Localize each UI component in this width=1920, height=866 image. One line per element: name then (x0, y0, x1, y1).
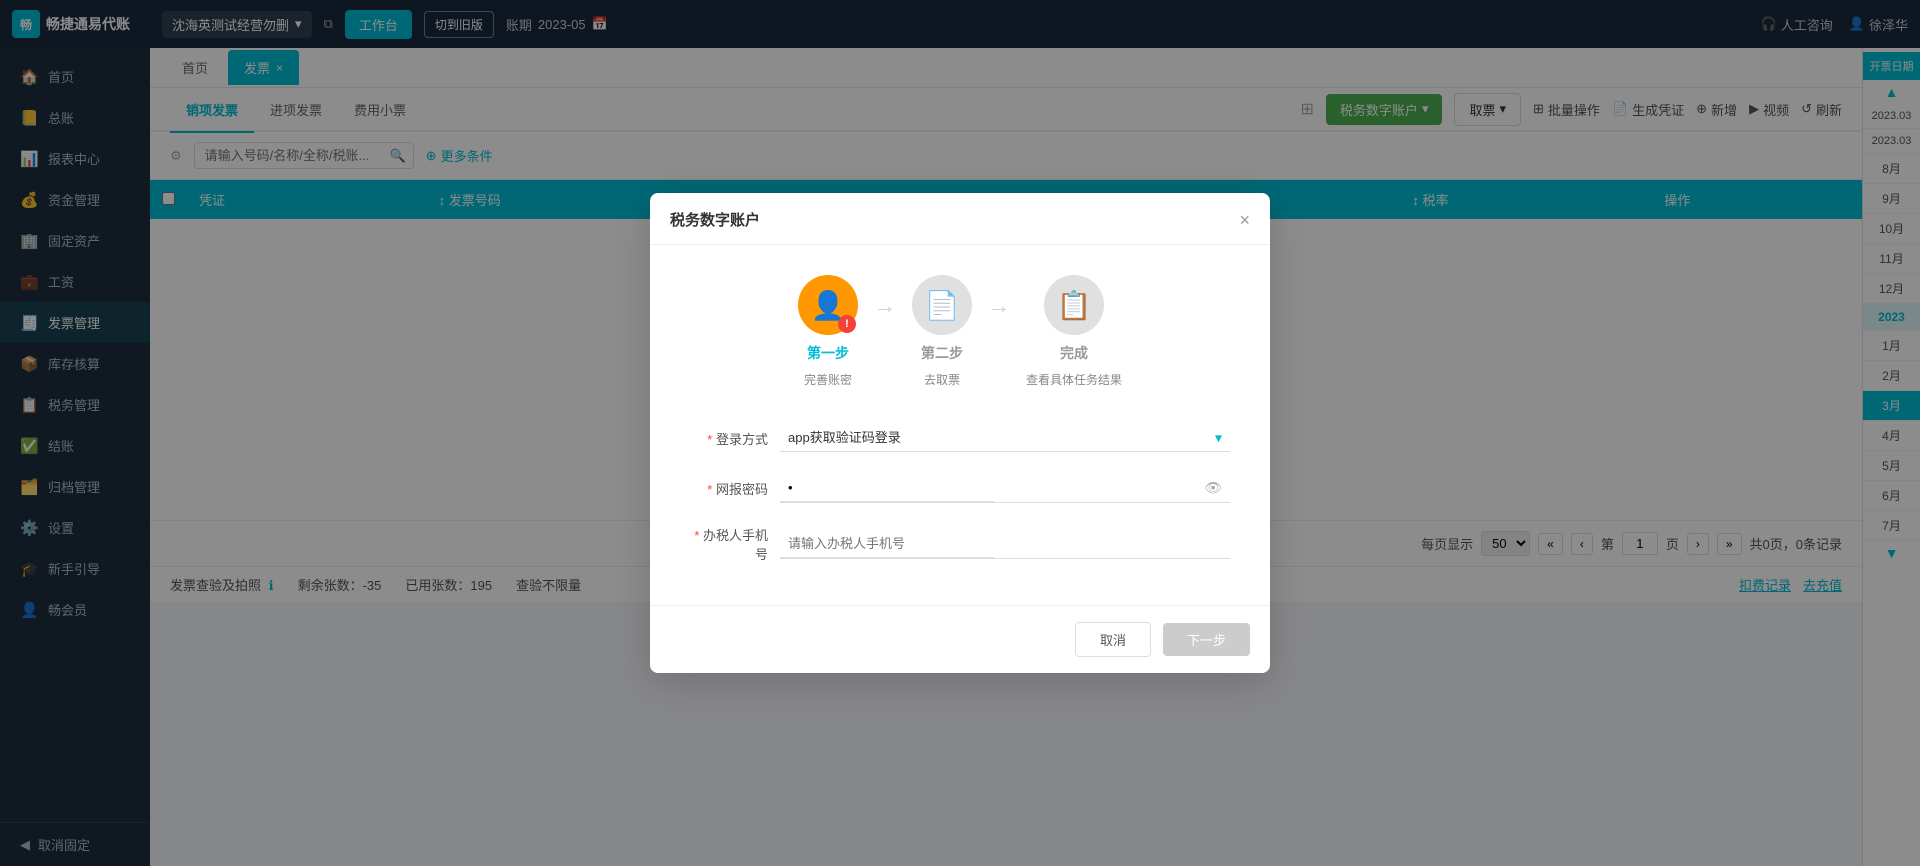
modal-close-button[interactable]: × (1239, 211, 1250, 229)
taxpayer-phone-row: * 办税人手机号 (690, 525, 1230, 563)
step-2-label: 第二步 (921, 343, 963, 363)
password-input-wrap: 👁 (780, 474, 1230, 503)
modal-overlay: 税务数字账户 × 👤 ! 第一步 完善账密 → (0, 0, 1920, 866)
password-toggle-icon[interactable]: 👁 (1204, 480, 1222, 497)
step-arrow-2: → (988, 293, 1010, 319)
step-1-error-badge: ! (838, 315, 856, 333)
step-1-icon: 👤 ! (798, 275, 858, 335)
login-method-select[interactable]: app获取验证码登录 账号密码登录 (780, 424, 1230, 451)
password-row: * 网报密码 👁 (690, 474, 1230, 503)
step-arrow-1: → (874, 293, 896, 319)
taxpayer-phone-label: * 办税人手机号 (690, 525, 780, 563)
cancel-button[interactable]: 取消 (1075, 622, 1151, 657)
login-method-select-wrap: app获取验证码登录 账号密码登录 ▾ (780, 424, 1230, 452)
steps-container: 👤 ! 第一步 完善账密 → 📄 第二步 去取票 → (690, 275, 1230, 388)
password-input[interactable] (780, 474, 994, 502)
taxpayer-phone-input[interactable] (780, 530, 994, 558)
step-3-label: 完成 (1060, 343, 1088, 363)
password-label: * 网报密码 (690, 479, 780, 498)
tax-digital-modal: 税务数字账户 × 👤 ! 第一步 完善账密 → (650, 193, 1270, 673)
step-2-desc: 去取票 (924, 371, 960, 388)
taxpayer-phone-input-wrap (780, 530, 1230, 559)
step-3-clipboard-icon: 📋 (1057, 289, 1092, 322)
modal-footer: 取消 下一步 (650, 605, 1270, 673)
step-2: 📄 第二步 去取票 (912, 275, 972, 388)
login-method-label: * 登录方式 (690, 429, 780, 448)
modal-title: 税务数字账户 (670, 209, 760, 230)
login-method-row: * 登录方式 app获取验证码登录 账号密码登录 ▾ (690, 424, 1230, 452)
next-step-button[interactable]: 下一步 (1163, 623, 1250, 656)
step-3: 📋 完成 查看具体任务结果 (1026, 275, 1122, 388)
modal-body: 👤 ! 第一步 完善账密 → 📄 第二步 去取票 → (650, 245, 1270, 605)
modal-header: 税务数字账户 × (650, 193, 1270, 245)
step-1-desc: 完善账密 (804, 371, 852, 388)
step-1: 👤 ! 第一步 完善账密 (798, 275, 858, 388)
step-3-icon: 📋 (1044, 275, 1104, 335)
step-2-icon: 📄 (912, 275, 972, 335)
step-1-label: 第一步 (807, 343, 849, 363)
step-2-doc-icon: 📄 (925, 289, 960, 322)
step-3-desc: 查看具体任务结果 (1026, 371, 1122, 388)
